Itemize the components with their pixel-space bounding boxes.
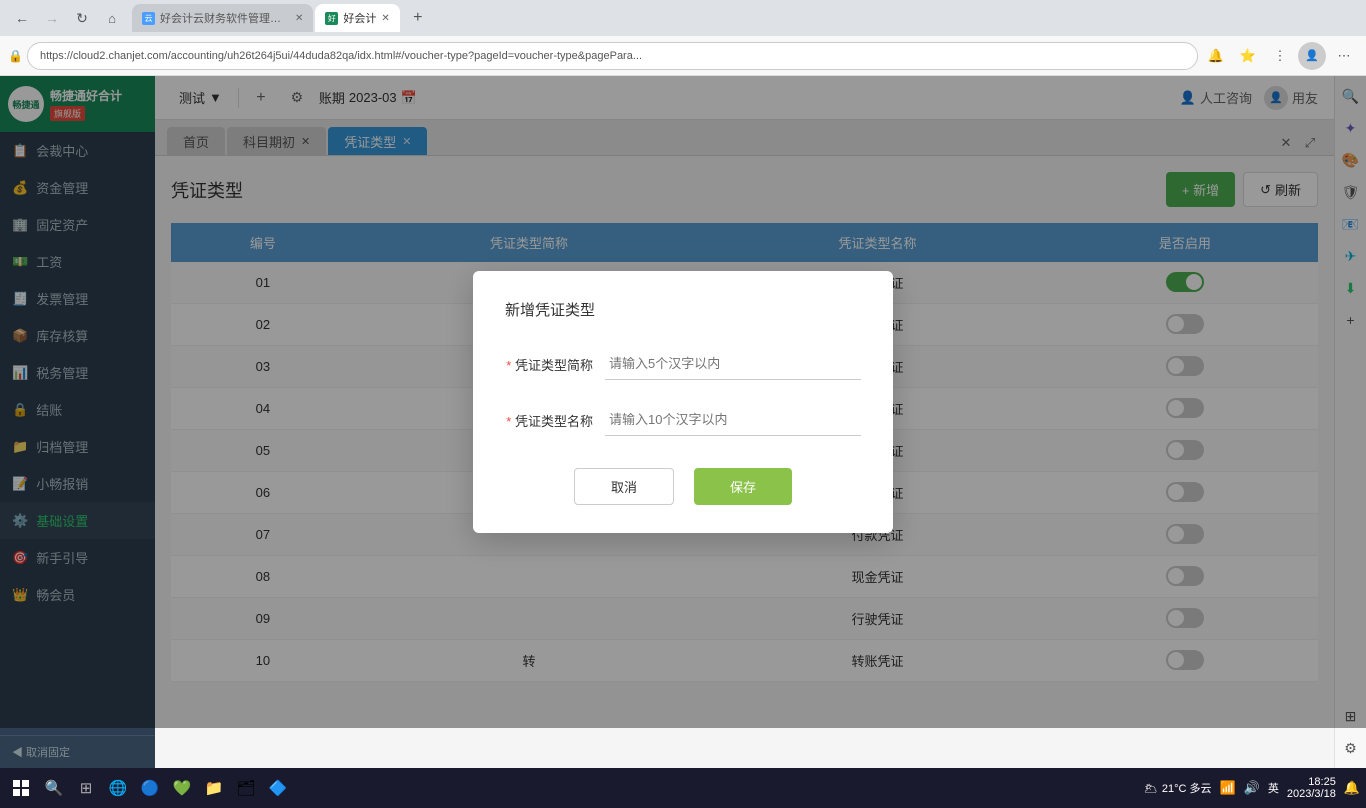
browser-action-profile[interactable]: 🔔 bbox=[1202, 42, 1230, 70]
taskbar-right: 🌥 21°C 多云 📶 🔊 英 18:25 2023/3/18 🔔 bbox=[1144, 776, 1360, 800]
taskbar-chrome[interactable]: 🔵 bbox=[136, 774, 164, 802]
nav-controls: ← → ↻ ⌂ bbox=[8, 4, 126, 32]
save-button[interactable]: 保存 bbox=[694, 468, 792, 505]
modal-abbr-input[interactable] bbox=[605, 348, 861, 380]
browser-action-user[interactable]: 👤 bbox=[1298, 42, 1326, 70]
taskbar-lang: 英 bbox=[1268, 780, 1279, 796]
modal-actions: 取消 保存 bbox=[505, 468, 861, 505]
right-gear-icon[interactable]: ⚙ bbox=[1339, 736, 1363, 760]
taskbar-volume: 🔊 bbox=[1244, 780, 1260, 796]
tab-inactive[interactable]: 云 好会计云财务软件管理系统_会计 ✕ bbox=[132, 4, 313, 32]
back-btn[interactable]: ← bbox=[8, 4, 36, 32]
sidebar-footer[interactable]: ◀ 取消固定 bbox=[0, 735, 155, 768]
modal: 新增凭证类型 * 凭证类型简称 * 凭证类型名称 取消 保存 bbox=[473, 271, 893, 533]
tab-close-2[interactable]: ✕ bbox=[381, 13, 389, 24]
modal-overlay: 新增凭证类型 * 凭证类型简称 * 凭证类型名称 取消 保存 bbox=[0, 76, 1366, 728]
browser-action-more[interactable]: ⋮ bbox=[1266, 42, 1294, 70]
modal-name-input[interactable] bbox=[605, 404, 861, 436]
browser-chrome: ← → ↻ ⌂ 云 好会计云财务软件管理系统_会计 ✕ 好 好会计 ✕ + bbox=[0, 0, 1366, 36]
address-bar: 🔒 https://cloud2.chanjet.com/accounting/… bbox=[0, 36, 1366, 76]
tab-title-1: 好会计云财务软件管理系统_会计 bbox=[160, 10, 290, 26]
address-lock-icon: 🔒 bbox=[8, 49, 23, 63]
taskbar-edge2[interactable]: 🔷 bbox=[264, 774, 292, 802]
forward-btn[interactable]: → bbox=[38, 4, 66, 32]
tab-active[interactable]: 好 好会计 ✕ bbox=[315, 4, 399, 32]
browser-action-more2[interactable]: ⋯ bbox=[1330, 42, 1358, 70]
reload-btn[interactable]: ↻ bbox=[68, 4, 96, 32]
cancel-button[interactable]: 取消 bbox=[574, 468, 674, 505]
taskbar-datetime: 18:25 2023/3/18 bbox=[1287, 776, 1336, 800]
tab-close-1[interactable]: ✕ bbox=[295, 13, 303, 24]
taskbar-view[interactable]: ⊞ bbox=[72, 774, 100, 802]
taskbar-edge[interactable]: 🌐 bbox=[104, 774, 132, 802]
taskbar-notification[interactable]: 🔔 bbox=[1344, 780, 1360, 796]
taskbar-explorer[interactable]: 🗂 bbox=[232, 774, 260, 802]
tab-favicon-1: 云 bbox=[142, 12, 155, 25]
tab-favicon-2: 好 bbox=[325, 12, 338, 25]
tab-title-2: 好会计 bbox=[343, 10, 376, 26]
taskbar-wechat[interactable]: 💚 bbox=[168, 774, 196, 802]
taskbar-network: 📶 bbox=[1220, 780, 1236, 796]
address-input[interactable]: https://cloud2.chanjet.com/accounting/uh… bbox=[27, 42, 1198, 70]
modal-abbr-row: * 凭证类型简称 bbox=[505, 348, 861, 380]
home-btn[interactable]: ⌂ bbox=[98, 4, 126, 32]
taskbar-start[interactable] bbox=[6, 773, 36, 803]
new-tab-btn[interactable]: + bbox=[404, 4, 432, 32]
modal-abbr-label: * 凭证类型简称 bbox=[505, 355, 605, 374]
weather-icon: 🌥 bbox=[1144, 782, 1158, 795]
modal-title: 新增凭证类型 bbox=[505, 299, 861, 320]
taskbar-search[interactable]: 🔍 bbox=[40, 774, 68, 802]
taskbar-files[interactable]: 📁 bbox=[200, 774, 228, 802]
browser-action-ext[interactable]: ⭐ bbox=[1234, 42, 1262, 70]
taskbar: 🔍 ⊞ 🌐 🔵 💚 📁 🗂 🔷 🌥 21°C 多云 📶 🔊 英 18:25 20… bbox=[0, 768, 1366, 808]
modal-name-row: * 凭证类型名称 bbox=[505, 404, 861, 436]
modal-name-label: * 凭证类型名称 bbox=[505, 411, 605, 430]
taskbar-weather: 🌥 21°C 多云 bbox=[1144, 780, 1212, 796]
